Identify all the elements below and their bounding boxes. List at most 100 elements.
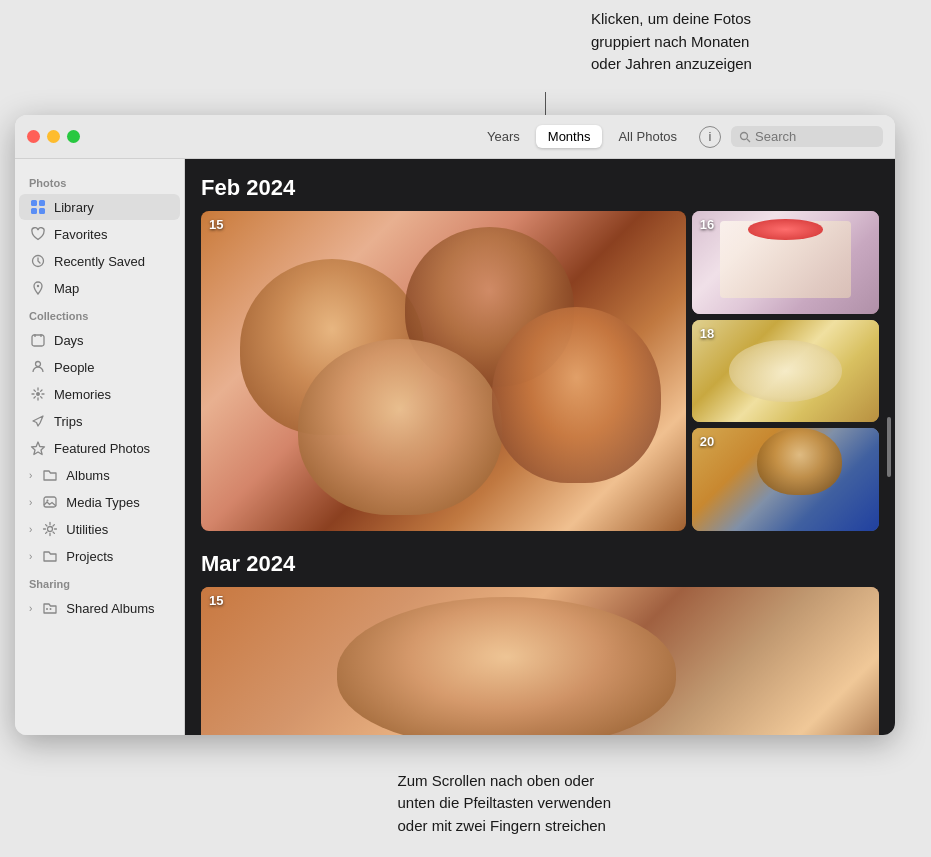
- sidebar-item-label: Recently Saved: [54, 254, 145, 269]
- tab-all-photos[interactable]: All Photos: [606, 125, 689, 148]
- calendar-icon: [29, 331, 47, 349]
- main-layout: Photos Library Favorites Recently Saved: [15, 159, 895, 735]
- svg-point-11: [36, 362, 41, 367]
- sidebar-item-label: Shared Albums: [66, 601, 154, 616]
- svg-rect-2: [31, 200, 37, 206]
- svg-marker-13: [32, 442, 45, 455]
- photo-grid-mar: 15: [201, 587, 879, 735]
- svg-point-15: [47, 500, 49, 502]
- svg-line-1: [747, 139, 750, 142]
- search-input[interactable]: [755, 129, 875, 144]
- chevron-right-icon: ›: [29, 524, 32, 535]
- minimize-button[interactable]: [47, 130, 60, 143]
- sidebar-item-trips[interactable]: Trips: [19, 408, 180, 434]
- svg-rect-4: [31, 208, 37, 214]
- svg-rect-8: [32, 335, 44, 346]
- map-icon: [29, 279, 47, 297]
- star-icon: [29, 439, 47, 457]
- sidebar-item-label: Memories: [54, 387, 111, 402]
- sidebar-section-sharing: Sharing: [15, 570, 184, 594]
- photo-side-feb: 16 18 20: [692, 211, 879, 531]
- sidebar-item-label: Trips: [54, 414, 82, 429]
- sidebar-item-label: Utilities: [66, 522, 108, 537]
- photo-num-18: 18: [700, 326, 714, 341]
- svg-point-17: [46, 608, 48, 610]
- month-label-feb: Feb 2024: [201, 175, 879, 201]
- svg-point-0: [741, 132, 748, 139]
- svg-rect-14: [44, 497, 56, 507]
- svg-rect-5: [39, 208, 45, 214]
- photo-num-16: 16: [700, 217, 714, 232]
- sidebar-item-label: Library: [54, 200, 94, 215]
- sidebar-section-collections: Collections: [15, 302, 184, 326]
- photo-num-15: 15: [209, 217, 223, 232]
- svg-point-18: [50, 608, 52, 610]
- sidebar-item-favorites[interactable]: Favorites: [19, 221, 180, 247]
- traffic-lights: [27, 130, 80, 143]
- annotation-bottom: Zum Scrollen nach oben oder unten die Pf…: [398, 770, 738, 838]
- sidebar-item-recently-saved[interactable]: Recently Saved: [19, 248, 180, 274]
- sidebar-item-media-types[interactable]: › Media Types: [19, 489, 180, 515]
- month-label-mar: Mar 2024: [201, 551, 879, 577]
- close-button[interactable]: [27, 130, 40, 143]
- chevron-right-icon: ›: [29, 603, 32, 614]
- svg-point-16: [48, 527, 53, 532]
- tab-months[interactable]: Months: [536, 125, 603, 148]
- gear-icon: [41, 520, 59, 538]
- fullscreen-button[interactable]: [67, 130, 80, 143]
- sidebar-item-shared-albums[interactable]: › Shared Albums: [19, 595, 180, 621]
- photo-content[interactable]: Feb 2024 15: [185, 159, 895, 735]
- sparkle-icon: [29, 385, 47, 403]
- annotation-top: Klicken, um deine Fotos gruppiert nach M…: [591, 0, 911, 76]
- sidebar-item-library[interactable]: Library: [19, 194, 180, 220]
- main-window: Years Months All Photos i Photos L: [15, 115, 895, 735]
- grid-icon: [29, 198, 47, 216]
- photo-num-mar-15: 15: [209, 593, 223, 608]
- scroll-indicator: [887, 417, 891, 477]
- sidebar-item-label: People: [54, 360, 94, 375]
- svg-point-12: [36, 392, 40, 396]
- tab-years[interactable]: Years: [475, 125, 532, 148]
- clock-icon: [29, 252, 47, 270]
- sidebar-section-photos: Photos: [15, 169, 184, 193]
- sidebar-item-memories[interactable]: Memories: [19, 381, 180, 407]
- sidebar-item-label: Projects: [66, 549, 113, 564]
- sidebar-item-featured-photos[interactable]: Featured Photos: [19, 435, 180, 461]
- search-box: [731, 126, 883, 147]
- photo-main-mar[interactable]: 15: [201, 587, 879, 735]
- sidebar-item-people[interactable]: People: [19, 354, 180, 380]
- chevron-right-icon: ›: [29, 551, 32, 562]
- search-icon: [739, 131, 751, 143]
- chevron-right-icon: ›: [29, 497, 32, 508]
- sidebar-item-label: Days: [54, 333, 84, 348]
- sidebar-item-label: Featured Photos: [54, 441, 150, 456]
- sidebar-item-utilities[interactable]: › Utilities: [19, 516, 180, 542]
- sidebar-item-projects[interactable]: › Projects: [19, 543, 180, 569]
- folder2-icon: [41, 547, 59, 565]
- share-icon: [41, 599, 59, 617]
- photo-main-feb[interactable]: 15: [201, 211, 686, 531]
- photo-thumb-portrait[interactable]: 20: [692, 428, 879, 531]
- sidebar: Photos Library Favorites Recently Saved: [15, 159, 185, 735]
- sidebar-item-label: Map: [54, 281, 79, 296]
- folder-icon: [41, 466, 59, 484]
- sidebar-item-days[interactable]: Days: [19, 327, 180, 353]
- heart-icon: [29, 225, 47, 243]
- photo-icon: [41, 493, 59, 511]
- photo-thumb-cake[interactable]: 16: [692, 211, 879, 314]
- month-section-feb: Feb 2024 15: [201, 175, 879, 531]
- titlebar-controls: Years Months All Photos i: [475, 125, 883, 148]
- info-button[interactable]: i: [699, 126, 721, 148]
- photo-num-20: 20: [700, 434, 714, 449]
- sidebar-item-map[interactable]: Map: [19, 275, 180, 301]
- sidebar-item-label: Media Types: [66, 495, 139, 510]
- titlebar: Years Months All Photos i: [15, 115, 895, 159]
- sidebar-item-label: Favorites: [54, 227, 107, 242]
- sidebar-item-albums[interactable]: › Albums: [19, 462, 180, 488]
- svg-rect-3: [39, 200, 45, 206]
- svg-point-7: [37, 285, 39, 287]
- airplane-icon: [29, 412, 47, 430]
- sidebar-item-label: Albums: [66, 468, 109, 483]
- photo-thumb-food[interactable]: 18: [692, 320, 879, 423]
- month-section-mar: Mar 2024 15: [201, 551, 879, 735]
